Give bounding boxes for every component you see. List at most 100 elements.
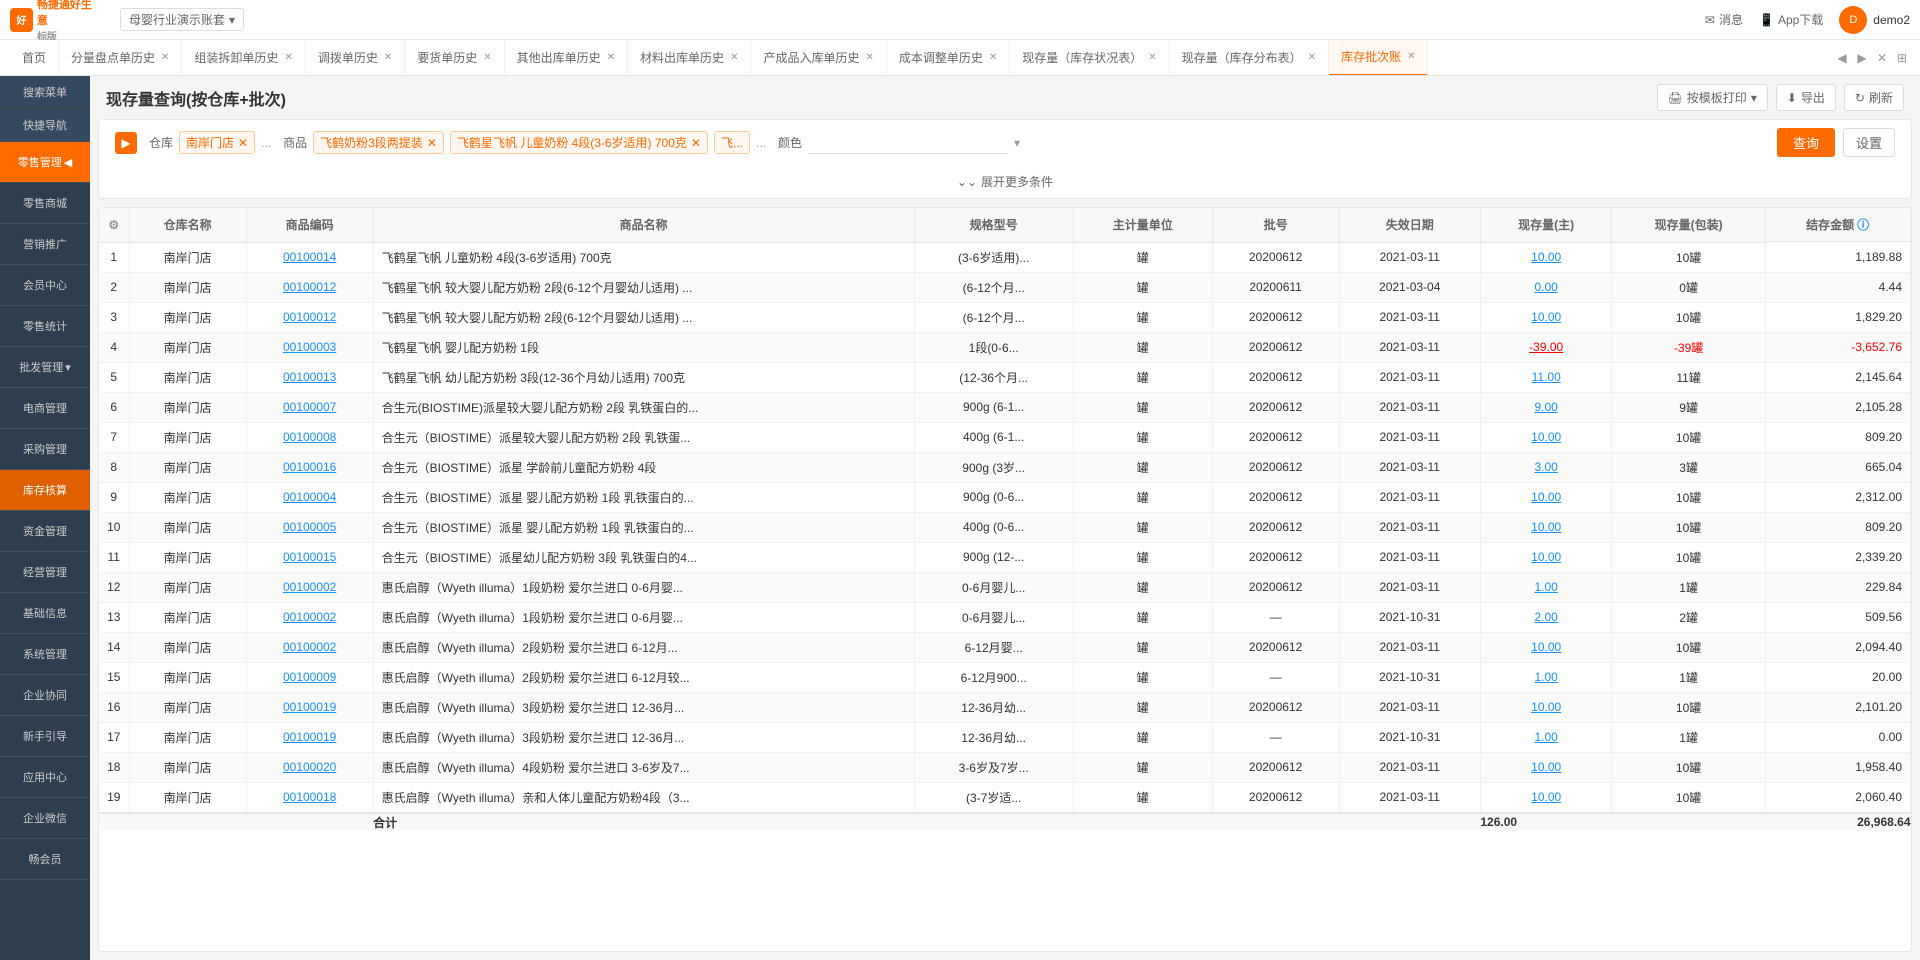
sidebar-item-operations[interactable]: 经营管理: [0, 552, 90, 593]
tab-stock-status[interactable]: 现存量（库存状况表）✕: [1010, 40, 1169, 76]
close-icon[interactable]: ✕: [1148, 52, 1156, 63]
expand-more-row: ⌄⌄ 展开更多条件: [115, 165, 1895, 190]
data-table: ⚙ 仓库名称 商品编码 商品名称 规格型号 主计量单位 批号 失效日期 现存量(…: [99, 208, 1911, 831]
close-icon[interactable]: ✕: [865, 52, 873, 63]
row-code: 00100013: [246, 362, 373, 392]
tab-assembly[interactable]: 组装拆卸单历史✕: [182, 40, 305, 76]
settings-button[interactable]: 设置: [1843, 128, 1895, 157]
sidebar-item-member[interactable]: 会员中心: [0, 265, 90, 306]
tab-batch-stock[interactable]: 库存批次账✕: [1329, 40, 1428, 76]
tab-home[interactable]: 首页: [10, 40, 59, 76]
export-btn[interactable]: ⬇ 导出: [1776, 84, 1836, 111]
page-actions: 🖨 按模板打印 ▾ ⬇ 导出 ↻ 刷新: [1657, 84, 1904, 111]
row-expire: 2021-03-11: [1339, 452, 1480, 482]
warehouse-ellipsis[interactable]: ...: [261, 136, 271, 150]
tab-product-inbound[interactable]: 产成品入库单历史✕: [751, 40, 886, 76]
close-icon[interactable]: ✕: [483, 52, 491, 63]
sidebar-item-basic-info[interactable]: 基础信息: [0, 593, 90, 634]
row-code: 00100004: [246, 482, 373, 512]
row-amount: 809.20: [1765, 422, 1910, 452]
sidebar-item-finance[interactable]: 资金管理: [0, 511, 90, 552]
print-btn[interactable]: 🖨 按模板打印 ▾: [1657, 84, 1768, 111]
nav-prev-arrow[interactable]: ◀: [1832, 48, 1852, 68]
logo-text: 畅捷通好生意: [37, 0, 100, 28]
workspace-selector[interactable]: 母婴行业演示账套 ▾: [120, 8, 244, 31]
sidebar-item-app-center[interactable]: 应用中心: [0, 757, 90, 798]
row-spec: (12-36个月...: [914, 362, 1073, 392]
tab-cost-adjust[interactable]: 成本调整单历史✕: [887, 40, 1010, 76]
close-icon[interactable]: ✕: [384, 52, 392, 63]
col-settings-icon[interactable]: ⚙: [108, 218, 119, 232]
row-amount: 2,060.40: [1765, 782, 1910, 813]
row-spec: 400g (0-6...: [914, 512, 1073, 542]
goods-filter-tag2[interactable]: 飞鹤星飞帆 儿童奶粉 4段(3-6岁适用) 700克 ✕: [450, 131, 708, 154]
sidebar-item-retail-mgmt[interactable]: 零售管理 ◀: [0, 142, 90, 183]
goods-tag1-remove-icon[interactable]: ✕: [427, 136, 437, 150]
tab-stock-dist[interactable]: 现存量（库存分布表）✕: [1170, 40, 1329, 76]
amount-info-icon[interactable]: ⓘ: [1857, 216, 1869, 233]
row-qty-pkg: 10罐: [1612, 512, 1765, 542]
color-dropdown-icon[interactable]: ▾: [1014, 136, 1020, 150]
sidebar-item-system[interactable]: 系统管理: [0, 634, 90, 675]
nav-expand-icon[interactable]: ⊞: [1892, 48, 1912, 68]
close-icon[interactable]: ✕: [284, 52, 292, 63]
row-qty-pkg: 11罐: [1612, 362, 1765, 392]
row-amount: 2,101.20: [1765, 692, 1910, 722]
close-icon[interactable]: ✕: [989, 52, 997, 63]
warehouse-remove-icon[interactable]: ✕: [238, 136, 248, 150]
message-btn[interactable]: ✉ 消息: [1705, 11, 1743, 28]
sidebar-item-new-guide[interactable]: 新手引导: [0, 716, 90, 757]
refresh-btn[interactable]: ↻ 刷新: [1844, 84, 1904, 111]
sidebar-item-ecommerce[interactable]: 电商管理: [0, 388, 90, 429]
row-qty-pkg: 1罐: [1612, 722, 1765, 752]
col-settings-header[interactable]: ⚙: [99, 208, 129, 242]
query-button[interactable]: 查询: [1777, 128, 1835, 157]
goods-tag2-remove-icon[interactable]: ✕: [691, 136, 701, 150]
close-icon[interactable]: ✕: [161, 52, 169, 63]
row-qty-pkg: 10罐: [1612, 782, 1765, 813]
sidebar-item-search[interactable]: 搜索菜单: [0, 76, 90, 109]
row-qty-pkg: 10罐: [1612, 542, 1765, 572]
close-icon[interactable]: ✕: [1407, 51, 1415, 62]
sidebar-item-member2[interactable]: 畅会员: [0, 839, 90, 880]
expand-more-btn[interactable]: ⌄⌄ 展开更多条件: [957, 173, 1053, 190]
download-btn[interactable]: 📱 App下载: [1759, 11, 1823, 28]
sidebar-item-enterprise-collab[interactable]: 企业协同: [0, 675, 90, 716]
sidebar-item-enterprise-wechat[interactable]: 企业微信: [0, 798, 90, 839]
sidebar-item-retail-stats[interactable]: 零售统计: [0, 306, 90, 347]
warehouse-tag-text: 南岸门店: [186, 134, 234, 151]
sidebar-item-retail-mall[interactable]: 零售商城: [0, 183, 90, 224]
tab-transfer[interactable]: 调拨单历史✕: [306, 40, 405, 76]
sidebar-item-inventory[interactable]: 库存核算: [0, 470, 90, 511]
goods-filter-tag1[interactable]: 飞鹤奶粉3段两提装 ✕: [313, 131, 444, 154]
sidebar-item-purchase[interactable]: 采购管理: [0, 429, 90, 470]
close-icon[interactable]: ✕: [1308, 52, 1316, 63]
col-batch-header: 批号: [1212, 208, 1339, 242]
row-name: 飞鹤星飞帆 幼儿配方奶粉 3段(12-36个月幼儿适用) 700克: [373, 362, 914, 392]
warehouse-filter-tag[interactable]: 南岸门店 ✕: [179, 131, 255, 154]
row-qty-pkg: 0罐: [1612, 272, 1765, 302]
print-dropdown-icon: ▾: [1751, 91, 1757, 105]
nav-close-icon[interactable]: ✕: [1872, 48, 1892, 68]
row-code: 00100007: [246, 392, 373, 422]
close-icon[interactable]: ✕: [730, 52, 738, 63]
sidebar-item-wholesale[interactable]: 批发管理 ▾: [0, 347, 90, 388]
nav-next-arrow[interactable]: ▶: [1852, 48, 1872, 68]
row-batch: 20200612: [1212, 482, 1339, 512]
goods-ellipsis[interactable]: ...: [756, 136, 766, 150]
row-unit: 罐: [1073, 542, 1212, 572]
tab-requisition[interactable]: 要货单历史✕: [405, 40, 504, 76]
user-area[interactable]: D demo2: [1839, 6, 1910, 34]
row-batch: —: [1212, 662, 1339, 692]
tab-inventory-count[interactable]: 分量盘点单历史✕: [59, 40, 182, 76]
tab-other-outbound[interactable]: 其他出库单历史✕: [505, 40, 628, 76]
goods-filter-tag3[interactable]: 飞...: [714, 131, 750, 154]
filter-expand-icon[interactable]: ▶: [115, 132, 137, 154]
tab-material-outbound[interactable]: 材料出库单历史✕: [628, 40, 751, 76]
row-qty-main: 9.00: [1480, 392, 1612, 422]
sidebar-item-quick-nav[interactable]: 快捷导航: [0, 109, 90, 142]
row-unit: 罐: [1073, 452, 1212, 482]
sidebar-item-marketing[interactable]: 营销推广: [0, 224, 90, 265]
close-icon[interactable]: ✕: [607, 52, 615, 63]
footer-empty5: [1073, 813, 1212, 831]
